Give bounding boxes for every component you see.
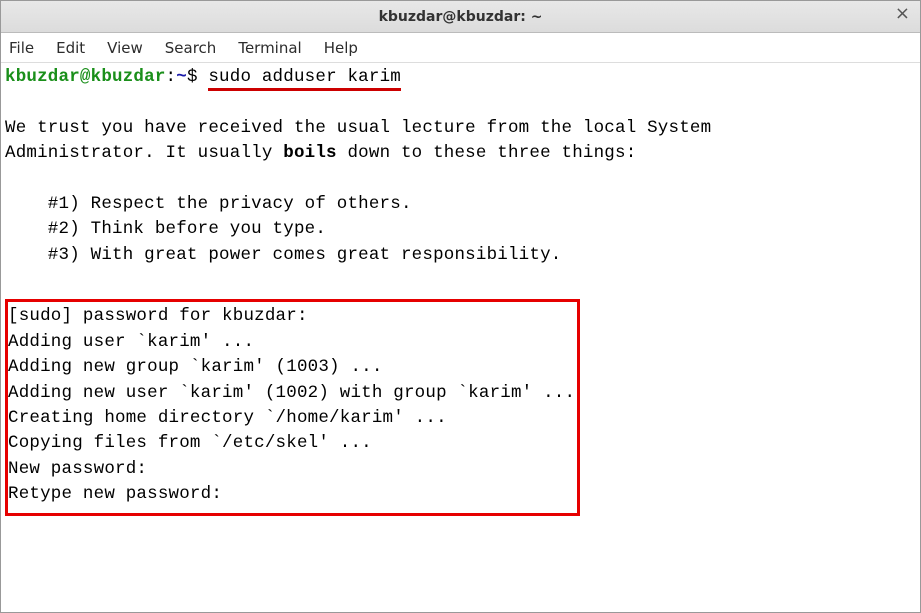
- close-icon[interactable]: ×: [895, 5, 910, 23]
- menu-edit[interactable]: Edit: [56, 39, 85, 57]
- prompt-colon: :: [166, 67, 177, 87]
- menu-help[interactable]: Help: [324, 39, 358, 57]
- lecture-line2-bold: boils: [283, 143, 337, 163]
- out-line3: Adding new group `karim' (1003) ...: [8, 355, 575, 380]
- out-line4: Adding new user `karim' (1002) with grou…: [8, 381, 575, 406]
- window-title: kbuzdar@kbuzdar: ~: [379, 9, 543, 25]
- lecture-item2: #2) Think before you type.: [5, 219, 326, 239]
- prompt-path: ~: [176, 67, 187, 87]
- menu-terminal[interactable]: Terminal: [238, 39, 301, 57]
- menubar: File Edit View Search Terminal Help: [1, 33, 920, 63]
- lecture-blank1: [5, 169, 16, 189]
- lecture-line2b: down to these three things:: [337, 143, 637, 163]
- menu-file[interactable]: File: [9, 39, 34, 57]
- lecture-item3: #3) With great power comes great respons…: [5, 245, 562, 265]
- out-line7: New password:: [8, 457, 575, 482]
- out-line2: Adding user `karim' ...: [8, 330, 575, 355]
- lecture-line1: We trust you have received the usual lec…: [5, 118, 711, 138]
- lecture-item1: #1) Respect the privacy of others.: [5, 194, 412, 214]
- terminal-content[interactable]: kbuzdar@kbuzdar:~$ sudo adduser karim We…: [1, 63, 920, 612]
- menu-search[interactable]: Search: [165, 39, 217, 57]
- out-line6: Copying files from `/etc/skel' ...: [8, 431, 575, 456]
- lecture-blank2: [5, 270, 16, 290]
- prompt-dollar: $: [187, 67, 208, 87]
- menu-view[interactable]: View: [107, 39, 143, 57]
- out-line1: [sudo] password for kbuzdar:: [8, 304, 575, 329]
- terminal-window: kbuzdar@kbuzdar: ~ × File Edit View Sear…: [0, 0, 921, 613]
- prompt-userhost: kbuzdar@kbuzdar: [5, 67, 166, 87]
- out-line8: Retype new password:: [8, 482, 575, 507]
- lecture-line2a: Administrator. It usually: [5, 143, 283, 163]
- out-line5: Creating home directory `/home/karim' ..…: [8, 406, 575, 431]
- highlighted-output-box: [sudo] password for kbuzdar:Adding user …: [5, 299, 580, 516]
- titlebar: kbuzdar@kbuzdar: ~ ×: [1, 1, 920, 33]
- command-text: sudo adduser karim: [208, 67, 401, 91]
